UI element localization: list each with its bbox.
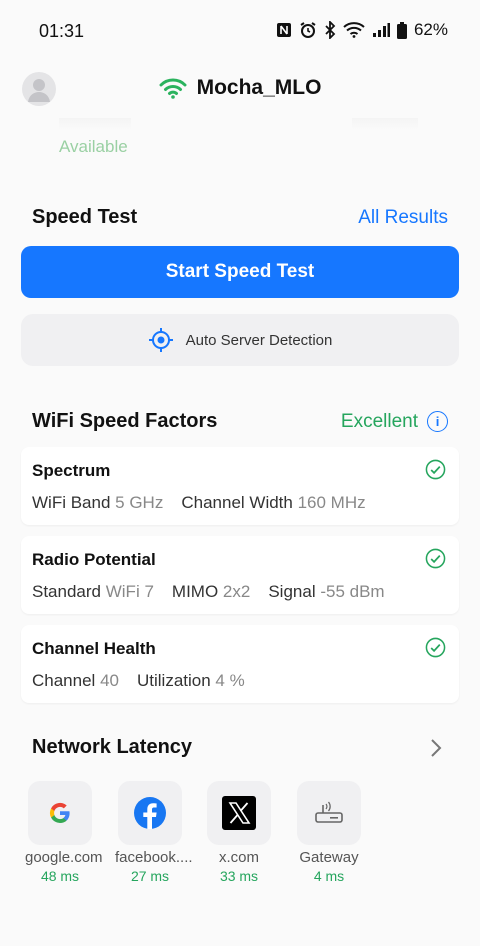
detail-value: 2x2: [222, 582, 251, 601]
latency-value: 33 ms: [219, 868, 259, 884]
latency-host: google.com: [25, 849, 103, 866]
facebook-icon-box: [118, 781, 182, 845]
wifi-status-icon: [343, 22, 365, 38]
facebook-icon: [134, 797, 166, 829]
bluetooth-icon: [325, 21, 336, 39]
wifi-factors-header: WiFi Speed Factors Excellent i: [32, 410, 448, 433]
battery-icon: [396, 21, 407, 39]
chevron-right-icon[interactable]: [430, 738, 442, 758]
network-name: Mocha_MLO: [196, 76, 322, 99]
start-speed-test-button[interactable]: Start Speed Test: [21, 246, 459, 298]
wifi-factors-rating: Excellent i: [341, 411, 448, 433]
wifi-icon: [159, 78, 187, 99]
auto-server-label: Auto Server Detection: [185, 331, 333, 349]
latency-header[interactable]: Network Latency: [32, 736, 420, 759]
x-icon-box: [207, 781, 271, 845]
scrolled-text-fragment: [352, 118, 418, 130]
google-icon-box: [28, 781, 92, 845]
detail-label: Channel: [32, 671, 96, 690]
google-icon: [49, 802, 70, 823]
status-time: 01:31: [39, 21, 85, 41]
detail-label: WiFi Band: [32, 493, 111, 512]
status-icons: 62%: [276, 20, 448, 40]
battery-percent: 62%: [413, 20, 448, 39]
auto-server-detection-button[interactable]: Auto Server Detection: [21, 314, 459, 366]
rating-label: Excellent: [340, 410, 418, 432]
detail-label: MIMO: [171, 582, 219, 601]
latency-item-x[interactable]: x.com 33 ms: [204, 781, 274, 884]
detail-value: 4 %: [215, 671, 245, 690]
latency-host: facebook....: [115, 849, 193, 866]
detail-value: 40: [100, 671, 119, 690]
spectrum-card[interactable]: Spectrum WiFi Band 5 GHz Channel Width 16…: [21, 447, 459, 525]
latency-value: 27 ms: [130, 868, 170, 884]
x-icon: [222, 796, 256, 830]
info-icon[interactable]: i: [427, 411, 448, 432]
check-circle-icon: [425, 637, 446, 658]
radio-potential-card[interactable]: Radio Potential Standard WiFi 7 MIMO 2x2 S…: [21, 536, 459, 614]
latency-value: 4 ms: [313, 868, 345, 884]
channel-health-card[interactable]: Channel Health Channel 40 Utilization 4 %: [21, 625, 459, 703]
router-icon-box: [297, 781, 361, 845]
latency-item-facebook[interactable]: facebook.... 27 ms: [115, 781, 193, 884]
card-details: Channel 40 Utilization 4 %: [32, 671, 245, 691]
card-title: Radio Potential: [32, 550, 156, 569]
nfc-icon: [276, 23, 291, 37]
card-title: Spectrum: [32, 461, 111, 480]
detail-value: WiFi 7: [105, 582, 154, 601]
latency-item-google[interactable]: google.com 48 ms: [25, 781, 103, 884]
card-title: Channel Health: [32, 639, 156, 658]
latency-item-gateway[interactable]: Gateway 4 ms: [294, 781, 364, 884]
wifi-factors-title: WiFi Speed Factors: [32, 410, 218, 432]
network-title: Mocha_MLO: [0, 76, 480, 100]
card-details: Standard WiFi 7 MIMO 2x2 Signal -55 dBm: [32, 582, 385, 602]
availability-status: Available: [59, 137, 128, 156]
check-circle-icon: [425, 548, 446, 569]
alarm-icon: [300, 22, 316, 38]
detail-label: Channel Width: [181, 493, 293, 512]
status-bar: 01:31 62%: [0, 0, 480, 62]
router-icon: [315, 801, 343, 823]
detail-label: Standard: [32, 582, 101, 601]
all-results-link[interactable]: All Results: [358, 207, 448, 229]
cell-signal-icon: [372, 23, 390, 37]
latency-host: x.com: [218, 849, 259, 866]
scrolled-text-fragment: [59, 118, 131, 130]
detail-value: -55 dBm: [320, 582, 385, 601]
speed-test-title: Speed Test: [32, 206, 138, 228]
detail-value: 160 MHz: [297, 493, 366, 512]
latency-host: Gateway: [299, 849, 359, 866]
detail-label: Signal: [268, 582, 316, 601]
card-details: WiFi Band 5 GHz Channel Width 160 MHz: [32, 493, 366, 513]
detail-label: Utilization: [136, 671, 211, 690]
latency-title: Network Latency: [32, 736, 193, 758]
latency-value: 48 ms: [40, 868, 80, 884]
detail-value: 5 GHz: [115, 493, 164, 512]
check-circle-icon: [425, 459, 446, 480]
speed-test-header: Speed Test All Results: [32, 206, 448, 229]
crosshair-icon: [148, 328, 173, 352]
